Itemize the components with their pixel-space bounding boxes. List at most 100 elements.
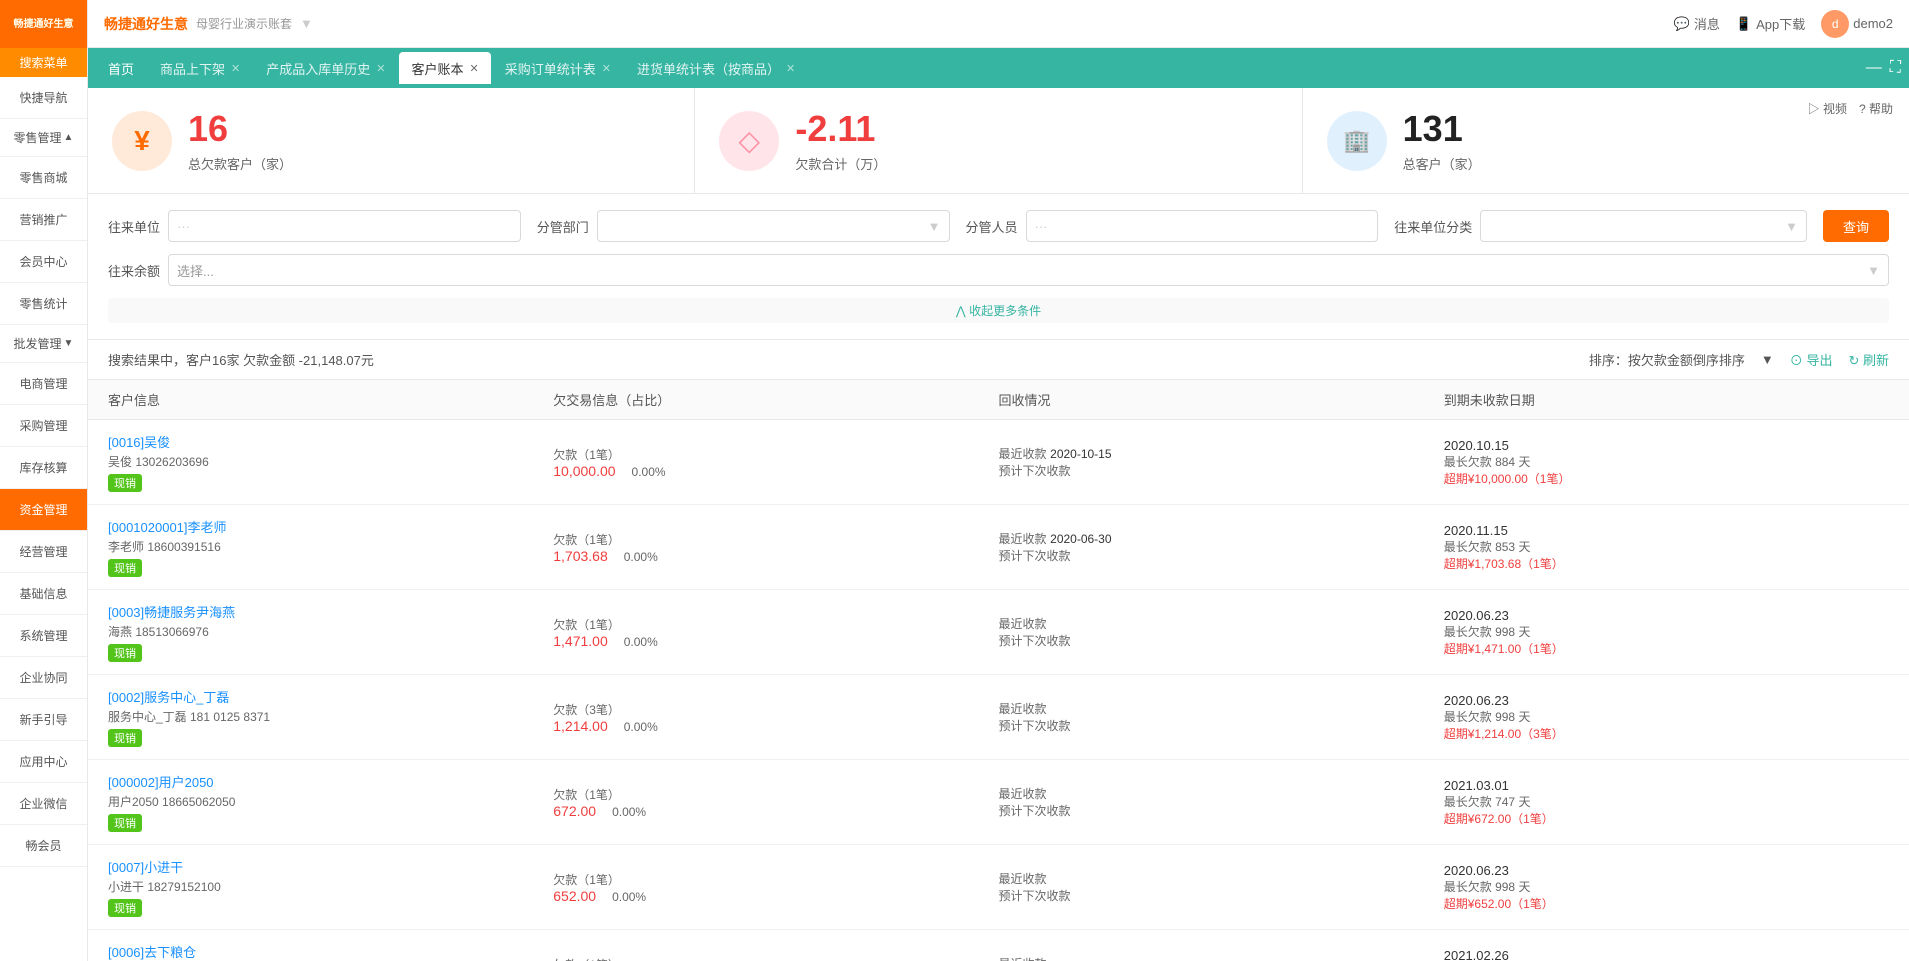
overdue-link-1[interactable]: 超期¥1,703.68（1笔） (1444, 555, 1889, 572)
results-text: 搜索结果中，客户16家 欠款金额 -21,148.07元 (108, 350, 374, 369)
debt-info-6: 欠款（1笔） 455.90 0.00% (553, 956, 998, 961)
customer-phone-5: 小进干 18279152100 (108, 878, 553, 895)
collapse-filters-button[interactable]: ⋀ 收起更多条件 (108, 298, 1889, 323)
due-date-6: 2021.02.26 最长欠款 750 天 超期¥455.90（1笔） (1444, 948, 1889, 961)
tab-products-offline[interactable]: 商品上下架 ✕ (148, 52, 252, 84)
sidebar-item-quick-nav[interactable]: 快捷导航 (0, 77, 87, 119)
dept-select[interactable]: ▼ (597, 210, 950, 242)
sidebar-item-ecommerce[interactable]: 电商管理 (0, 363, 87, 405)
customer-name-2[interactable]: [0003]畅捷服务尹海燕 (108, 605, 235, 620)
customer-name-6[interactable]: [0006]去下粮仓 (108, 945, 196, 960)
customer-tag-2: 现销 (108, 644, 142, 662)
content-area: ¥ 16 总欠款客户（家） ◇ -2.11 欠款合计（万） (88, 88, 1909, 961)
stat-card-debt-customers: ¥ 16 总欠款客户（家） (88, 88, 695, 193)
tab-production-history[interactable]: 产成品入库单历史 ✕ (254, 52, 397, 84)
tab-purchase-stats[interactable]: 进货单统计表（按商品） ✕ (625, 52, 807, 84)
debt-info-5: 欠款（1笔） 652.00 0.00% (553, 871, 998, 904)
app-logo: 畅捷通好生意 (0, 0, 87, 48)
sort-select[interactable]: 排序：按欠款金额倒序排序 (1589, 350, 1745, 369)
customer-tag-4: 现销 (108, 814, 142, 832)
chevron-down-icon: ▼ (1785, 219, 1798, 234)
sidebar-item-retail-mgmt[interactable]: 零售管理 ▲ (0, 119, 87, 157)
tab-customer-account[interactable]: 客户账本 ✕ (399, 52, 490, 84)
customer-name-4[interactable]: [000002]用户2050 (108, 775, 214, 790)
customer-name-3[interactable]: [0002]服务中心_丁磊 (108, 690, 229, 705)
sidebar-item-batch-mgmt[interactable]: 批发管理 ▼ (0, 325, 87, 363)
export-button[interactable]: ⊙ 导出 (1790, 350, 1833, 369)
customer-info-5: [0007]小进干 小进干 18279152100 现销 (108, 857, 553, 917)
source-unit-filter: 往来单位 ··· (108, 210, 521, 242)
customer-info-2: [0003]畅捷服务尹海燕 海燕 18513066976 现销 (108, 602, 553, 662)
tab-home[interactable]: 首页 (96, 52, 146, 84)
due-date-1: 2020.11.15 最长欠款 853 天 超期¥1,703.68（1笔） (1444, 523, 1889, 572)
balance-label: 往来余额 (108, 261, 160, 280)
tab-close-icon[interactable]: ✕ (231, 62, 240, 75)
customer-tag-1: 现销 (108, 559, 142, 577)
overdue-link-5[interactable]: 超期¥652.00（1笔） (1444, 895, 1889, 912)
sidebar-item-retail-stats[interactable]: 零售统计 (0, 283, 87, 325)
window-controls: — ⛶ (1866, 59, 1901, 77)
customer-info-0: [0016]吴俊 吴俊 13026203696 现销 (108, 432, 553, 492)
tab-close-icon[interactable]: ✕ (786, 62, 795, 75)
chevron-down-icon: ▼ (1761, 352, 1774, 367)
chevron-up-icon: ⋀ (956, 304, 966, 318)
brand-subtitle: 母婴行业演示账套 (196, 15, 292, 32)
customer-info-4: [000002]用户2050 用户2050 18665062050 现销 (108, 772, 553, 832)
overdue-link-0[interactable]: 超期¥10,000.00（1笔） (1444, 470, 1889, 487)
sidebar-item-wecom[interactable]: 企业微信 (0, 783, 87, 825)
maximize-icon[interactable]: ⛶ (1890, 59, 1901, 77)
sidebar-item-system[interactable]: 系统管理 (0, 615, 87, 657)
overdue-link-4[interactable]: 超期¥672.00（1笔） (1444, 810, 1889, 827)
help-button[interactable]: ? 帮助 (1859, 100, 1893, 117)
sidebar-item-app-center[interactable]: 应用中心 (0, 741, 87, 783)
table-row: [0016]吴俊 吴俊 13026203696 现销 欠款（1笔） 10,000… (88, 420, 1909, 505)
debt-info-3: 欠款（3笔） 1,214.00 0.00% (553, 701, 998, 734)
sidebar-item-member[interactable]: 畅会员 (0, 825, 87, 867)
tab-close-icon[interactable]: ✕ (602, 62, 611, 75)
unit-category-filter: 往来单位分类 ▼ (1394, 210, 1807, 242)
customer-name-5[interactable]: [0007]小进干 (108, 860, 183, 875)
overdue-link-3[interactable]: 超期¥1,214.00（3笔） (1444, 725, 1889, 742)
sidebar-item-purchase-mgmt[interactable]: 采购管理 (0, 405, 87, 447)
customer-name-1[interactable]: [0001020001]李老师 (108, 520, 227, 535)
sidebar-item-retail-mall[interactable]: 零售商城 (0, 157, 87, 199)
sidebar-item-inventory[interactable]: 库存核算 (0, 447, 87, 489)
sidebar-item-basic-info[interactable]: 基础信息 (0, 573, 87, 615)
collection-1: 最近收款 2020-06-30 预计下次收款 (999, 530, 1444, 564)
video-help-button[interactable]: ▷ 视频 (1808, 100, 1847, 117)
refresh-button[interactable]: ↻ 刷新 (1848, 350, 1889, 369)
tab-close-icon[interactable]: ✕ (470, 62, 479, 75)
tab-close-icon[interactable]: ✕ (376, 62, 385, 75)
customer-phone-0: 吴俊 13026203696 (108, 453, 553, 470)
minimize-icon[interactable]: — (1866, 59, 1882, 77)
message-icon: 💬 (1674, 16, 1690, 32)
overdue-link-2[interactable]: 超期¥1,471.00（1笔） (1444, 640, 1889, 657)
phone-icon: 📱 (1736, 16, 1752, 32)
source-unit-input[interactable]: ··· (168, 210, 521, 242)
refresh-icon: ↻ (1848, 353, 1859, 368)
search-button[interactable]: 查询 (1823, 210, 1889, 242)
sidebar-item-new-guide[interactable]: 新手引导 (0, 699, 87, 741)
due-date-2: 2020.06.23 最长欠款 998 天 超期¥1,471.00（1笔） (1444, 608, 1889, 657)
sidebar-item-operations[interactable]: 经营管理 (0, 531, 87, 573)
col-collection: 回收情况 (999, 390, 1444, 409)
manager-input[interactable]: ··· (1026, 210, 1379, 242)
table-row: [0003]畅捷服务尹海燕 海燕 18513066976 现销 欠款（1笔） 1… (88, 590, 1909, 675)
app-download-button[interactable]: 📱 App下载 (1736, 14, 1805, 33)
user-avatar[interactable]: d demo2 (1821, 10, 1893, 38)
filter-area: 往来单位 ··· 分管部门 ▼ 分管人员 (88, 194, 1909, 340)
unit-category-select[interactable]: ▼ (1480, 210, 1807, 242)
sidebar-item-search-menu[interactable]: 搜索菜单 (0, 48, 87, 77)
table-row: [0001020001]李老师 李老师 18600391516 现销 欠款（1笔… (88, 505, 1909, 590)
balance-select[interactable]: 选择... ▼ (168, 254, 1889, 286)
sidebar-item-enterprise[interactable]: 企业协同 (0, 657, 87, 699)
header-right: 💬 消息 📱 App下载 d demo2 (1674, 10, 1893, 38)
debt-amount-4: 672.00 (553, 803, 596, 819)
message-button[interactable]: 💬 消息 (1674, 14, 1720, 33)
customer-name-0[interactable]: [0016]吴俊 (108, 435, 170, 450)
sidebar-item-marketing[interactable]: 营销推广 (0, 199, 87, 241)
sidebar-item-finance[interactable]: 资金管理 (0, 489, 87, 531)
tab-purchase-order[interactable]: 采购订单统计表 ✕ (493, 52, 623, 84)
tab-bar: 首页 商品上下架 ✕ 产成品入库单历史 ✕ 客户账本 ✕ 采购订单统计表 ✕ 进… (88, 48, 1909, 88)
sidebar-item-member-center[interactable]: 会员中心 (0, 241, 87, 283)
